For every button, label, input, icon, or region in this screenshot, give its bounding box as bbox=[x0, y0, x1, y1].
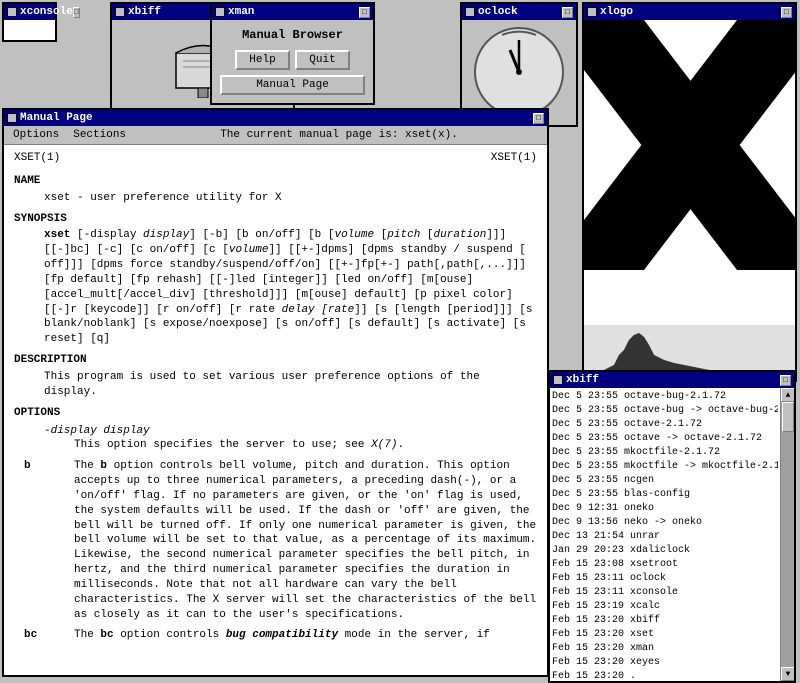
option-display-item: -display display This option specifies t… bbox=[44, 424, 537, 454]
option-display-text: -display display bbox=[44, 425, 150, 437]
synopsis-section-body: xset [-display display] [-b] [b on/off] … bbox=[44, 228, 537, 347]
xbiff-list-window: xbiff □ Dec 5 23:55 octave-bug-2.1.72Dec… bbox=[548, 370, 796, 683]
xlogo-title: xlogo bbox=[600, 6, 633, 18]
manual-window: Manual Page □ Options Sections The curre… bbox=[2, 108, 549, 677]
option-display-desc-text: This option specifies the server to use;… bbox=[74, 439, 404, 451]
synopsis-text: [-display display] [-b] [b on/off] [b [v… bbox=[44, 229, 533, 345]
xbiff-list-title: xbiff bbox=[566, 374, 599, 386]
option-bc-desc: The bc option controls bug compatibility… bbox=[74, 628, 537, 643]
xman-help-button[interactable]: Help bbox=[235, 50, 290, 70]
xlogo-body: nacbook bbox=[584, 20, 795, 380]
list-item: Dec 5 23:55 ncgen bbox=[552, 474, 778, 488]
oclock-title-icon bbox=[465, 7, 475, 17]
xbiff-list-title-icon bbox=[553, 375, 563, 385]
description-text: This program is used to set various user… bbox=[44, 371, 480, 398]
list-item: Feb 15 23:08 xsetroot bbox=[552, 558, 778, 572]
list-item: Dec 5 23:55 blas-config bbox=[552, 488, 778, 502]
xbiff-title-icon bbox=[115, 7, 125, 17]
xlogo-close-btn[interactable]: □ bbox=[781, 7, 792, 18]
scroll-thumb[interactable] bbox=[782, 402, 794, 432]
xconsole-close-btn[interactable]: □ bbox=[73, 7, 80, 18]
manual-menu-options[interactable]: Options bbox=[6, 127, 66, 143]
manual-header-left: XSET(1) bbox=[14, 151, 60, 166]
xconsole-window: xconsole □ bbox=[2, 2, 57, 42]
option-display-name: -display display bbox=[44, 424, 537, 439]
list-item: Jan 29 20:23 xdaliclock bbox=[552, 544, 778, 558]
oclock-title: oclock bbox=[478, 6, 518, 18]
option-bc-item: bc The bc option controls bug compatibil… bbox=[24, 628, 537, 643]
xbiff-list-body: Dec 5 23:55 octave-bug-2.1.72Dec 5 23:55… bbox=[550, 388, 794, 681]
list-item: Dec 9 12:31 oneko bbox=[552, 502, 778, 516]
xman-app-title: Manual Browser bbox=[242, 28, 343, 42]
xbiff-list-titlebar: xbiff □ bbox=[550, 372, 794, 388]
manual-content: XSET(1) XSET(1) NAME xset - user prefere… bbox=[4, 145, 547, 675]
xman-quit-button[interactable]: Quit bbox=[295, 50, 350, 70]
xbiff-title: xbiff bbox=[128, 6, 161, 18]
manual-title-icon bbox=[7, 113, 17, 123]
list-item: Dec 9 13:56 neko -> oneko bbox=[552, 516, 778, 530]
synopsis-section-head: SYNOPSIS bbox=[14, 212, 537, 227]
list-item: Dec 5 23:55 mkoctfile -> mkoctfile-2.1.7… bbox=[552, 460, 778, 474]
option-b-label: b bbox=[24, 459, 74, 622]
manual-close-btn[interactable]: □ bbox=[533, 113, 544, 124]
xbiff-list-close-btn[interactable]: □ bbox=[780, 375, 791, 386]
list-item: Feb 15 23:20 . bbox=[552, 670, 778, 681]
option-display-desc: This option specifies the server to use;… bbox=[74, 438, 537, 453]
synopsis-cmd: xset bbox=[44, 229, 70, 241]
option-b-desc: The b option controls bell volume, pitch… bbox=[74, 459, 537, 622]
x-logo-svg bbox=[584, 20, 795, 270]
name-section-body: xset - user preference utility for X bbox=[44, 191, 537, 206]
option-b-item: b The b option controls bell volume, pit… bbox=[24, 459, 537, 622]
list-item: Feb 15 23:19 xcalc bbox=[552, 600, 778, 614]
scroll-down-btn[interactable]: ▼ bbox=[781, 667, 794, 681]
manual-header-right: XSET(1) bbox=[491, 151, 537, 166]
xman-body: Manual Browser Help Quit Manual Page bbox=[212, 20, 373, 103]
manual-title: Manual Page bbox=[20, 112, 93, 124]
xman-title-icon bbox=[215, 7, 225, 17]
list-item: Dec 13 21:54 unrar bbox=[552, 530, 778, 544]
list-item: Feb 15 23:20 xeyes bbox=[552, 656, 778, 670]
name-text: xset - user preference utility for X bbox=[44, 192, 282, 204]
list-item: Dec 5 23:55 octave-2.1.72 bbox=[552, 418, 778, 432]
xbiff-list-content: Dec 5 23:55 octave-bug-2.1.72Dec 5 23:55… bbox=[552, 390, 778, 681]
name-section-head: NAME bbox=[14, 174, 537, 189]
description-section-body: This program is used to set various user… bbox=[44, 370, 537, 400]
xconsole-titlebar: xconsole □ bbox=[4, 4, 55, 20]
xman-close-btn[interactable]: □ bbox=[359, 7, 370, 18]
list-item: Feb 15 23:11 oclock bbox=[552, 572, 778, 586]
list-item: Dec 5 23:55 octave-bug -> octave-bug-2.1… bbox=[552, 404, 778, 418]
xlogo-window: xlogo □ nacbook bbox=[582, 2, 797, 382]
xman-title: xman bbox=[228, 6, 254, 18]
manual-titlebar: Manual Page □ bbox=[4, 110, 547, 126]
xman-titlebar: xman □ bbox=[212, 4, 373, 20]
xman-window: xman □ Manual Browser Help Quit Manual P… bbox=[210, 2, 375, 105]
manual-menu-sections[interactable]: Sections bbox=[66, 127, 133, 143]
list-item: Feb 15 23:20 xbiff bbox=[552, 614, 778, 628]
oclock-titlebar: oclock □ bbox=[462, 4, 576, 20]
xconsole-body bbox=[4, 20, 55, 40]
list-item: Feb 15 23:20 xset bbox=[552, 628, 778, 642]
xman-buttons: Help Quit bbox=[235, 50, 350, 70]
list-item: Feb 15 23:20 xman bbox=[552, 642, 778, 656]
list-item: Dec 5 23:55 octave-bug-2.1.72 bbox=[552, 390, 778, 404]
description-section-head: DESCRIPTION bbox=[14, 353, 537, 368]
manual-header: XSET(1) XSET(1) bbox=[14, 151, 537, 166]
list-item: Dec 5 23:55 octave -> octave-2.1.72 bbox=[552, 432, 778, 446]
scroll-up-btn[interactable]: ▲ bbox=[781, 388, 794, 402]
manual-menubar: Options Sections The current manual page… bbox=[4, 126, 547, 145]
manual-status: The current manual page is: xset(x). bbox=[133, 129, 545, 141]
options-section-head: OPTIONS bbox=[14, 406, 537, 421]
option-bc-label: bc bbox=[24, 628, 74, 643]
scroll-track bbox=[781, 402, 794, 667]
xlogo-titlebar: xlogo □ bbox=[584, 4, 795, 20]
xconsole-title-icon bbox=[7, 7, 17, 17]
list-item: Dec 5 23:55 mkoctfile-2.1.72 bbox=[552, 446, 778, 460]
clock-face bbox=[472, 25, 567, 120]
oclock-close-btn[interactable]: □ bbox=[562, 7, 573, 18]
xconsole-title: xconsole bbox=[20, 6, 73, 18]
xbiff-list-scrollbar[interactable]: ▲ ▼ bbox=[780, 388, 794, 681]
xlogo-title-icon bbox=[587, 7, 597, 17]
list-item: Feb 15 23:11 xconsole bbox=[552, 586, 778, 600]
xman-manual-button[interactable]: Manual Page bbox=[220, 75, 365, 95]
